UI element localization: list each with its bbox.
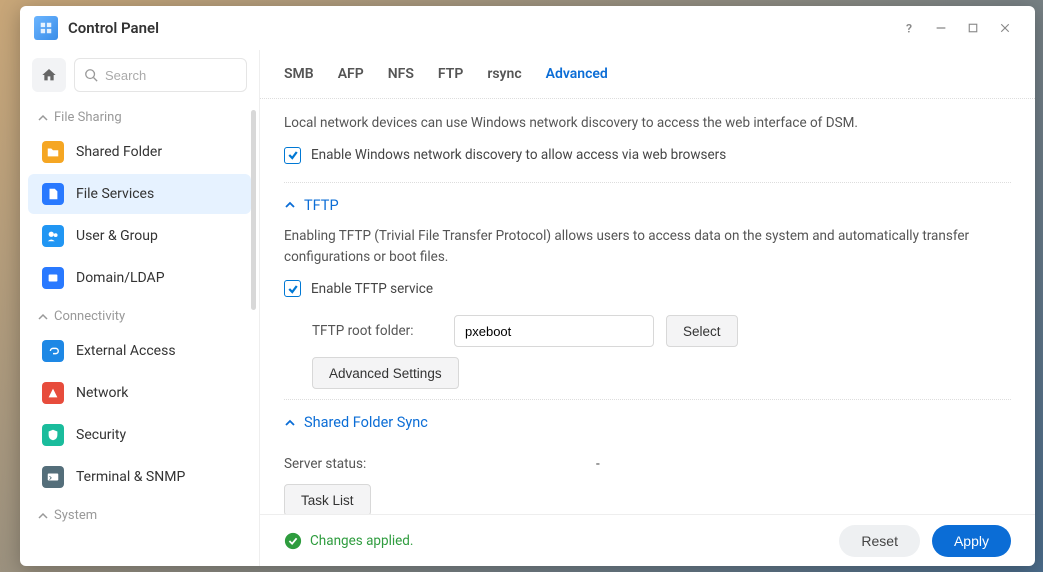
sidebar-item-file-services[interactable]: File Services — [28, 174, 251, 214]
tab-rsync[interactable]: rsync — [487, 66, 521, 88]
window-title: Control Panel — [68, 19, 159, 37]
tftp-root-label: TFTP root folder: — [312, 321, 442, 341]
chevron-up-icon — [284, 417, 296, 429]
tftp-enable-label: Enable TFTP service — [311, 279, 433, 299]
shield-icon — [42, 424, 64, 446]
select-folder-button[interactable]: Select — [666, 315, 738, 347]
tab-nfs[interactable]: NFS — [388, 66, 414, 88]
link-icon — [42, 340, 64, 362]
sidebar-item-external-access[interactable]: External Access — [28, 331, 251, 371]
discovery-checkbox-label: Enable Windows network discovery to allo… — [311, 145, 726, 165]
home-button[interactable] — [32, 58, 66, 92]
id-icon — [42, 267, 64, 289]
tftp-enable-checkbox[interactable] — [284, 280, 301, 297]
section-file-sharing[interactable]: File Sharing — [20, 100, 259, 131]
section-system[interactable]: System — [20, 498, 259, 529]
help-button[interactable]: ? — [893, 12, 925, 44]
discovery-description: Local network devices can use Windows ne… — [284, 113, 1011, 133]
sidebar-item-security[interactable]: Security — [28, 415, 251, 455]
section-connectivity[interactable]: Connectivity — [20, 299, 259, 330]
tftp-root-input[interactable] — [454, 315, 654, 347]
close-button[interactable] — [989, 12, 1021, 44]
file-icon — [42, 183, 64, 205]
sidebar-item-network[interactable]: Network — [28, 373, 251, 413]
maximize-button[interactable] — [957, 12, 989, 44]
search-input[interactable] — [74, 58, 247, 92]
minimize-button[interactable] — [925, 12, 957, 44]
tftp-description: Enabling TFTP (Trivial File Transfer Pro… — [284, 226, 1011, 267]
sidebar-item-shared-folder[interactable]: Shared Folder — [28, 132, 251, 172]
control-panel-window: Control Panel ? File Sharing — [20, 6, 1035, 566]
titlebar: Control Panel ? — [20, 6, 1035, 50]
search-icon — [84, 68, 98, 82]
content-area: Local network devices can use Windows ne… — [260, 99, 1035, 514]
chevron-up-icon — [284, 199, 296, 211]
reset-button[interactable]: Reset — [839, 525, 920, 557]
sidebar: File Sharing Shared Folder File Services… — [20, 50, 260, 566]
main-panel: SMB AFP NFS FTP rsync Advanced Local net… — [260, 50, 1035, 566]
apply-button[interactable]: Apply — [932, 525, 1011, 557]
task-list-button[interactable]: Task List — [284, 484, 371, 514]
chevron-up-icon — [38, 312, 48, 322]
tab-bar: SMB AFP NFS FTP rsync Advanced — [260, 50, 1035, 99]
server-status-label: Server status: — [284, 454, 584, 474]
sfs-group-header[interactable]: Shared Folder Sync — [284, 399, 1011, 444]
discovery-checkbox[interactable] — [284, 147, 301, 164]
tab-smb[interactable]: SMB — [284, 66, 314, 88]
tftp-group-header[interactable]: TFTP — [284, 182, 1011, 227]
tab-ftp[interactable]: FTP — [438, 66, 463, 88]
tab-afp[interactable]: AFP — [338, 66, 364, 88]
users-icon — [42, 225, 64, 247]
sidebar-scrollbar[interactable] — [251, 110, 256, 310]
sidebar-item-terminal-snmp[interactable]: Terminal & SNMP — [28, 457, 251, 497]
sidebar-item-domain-ldap[interactable]: Domain/LDAP — [28, 258, 251, 298]
tab-advanced[interactable]: Advanced — [546, 66, 608, 88]
terminal-icon — [42, 466, 64, 488]
app-icon — [34, 16, 58, 40]
sidebar-item-user-group[interactable]: User & Group — [28, 216, 251, 256]
chevron-up-icon — [38, 113, 48, 123]
folder-icon — [42, 141, 64, 163]
network-icon — [42, 382, 64, 404]
status-message: Changes applied. — [284, 532, 413, 550]
server-status-value: - — [596, 454, 600, 474]
footer-bar: Changes applied. Reset Apply — [260, 514, 1035, 566]
tftp-advanced-settings-button[interactable]: Advanced Settings — [312, 357, 459, 389]
success-icon — [284, 532, 302, 550]
svg-text:?: ? — [906, 21, 912, 35]
chevron-up-icon — [38, 511, 48, 521]
